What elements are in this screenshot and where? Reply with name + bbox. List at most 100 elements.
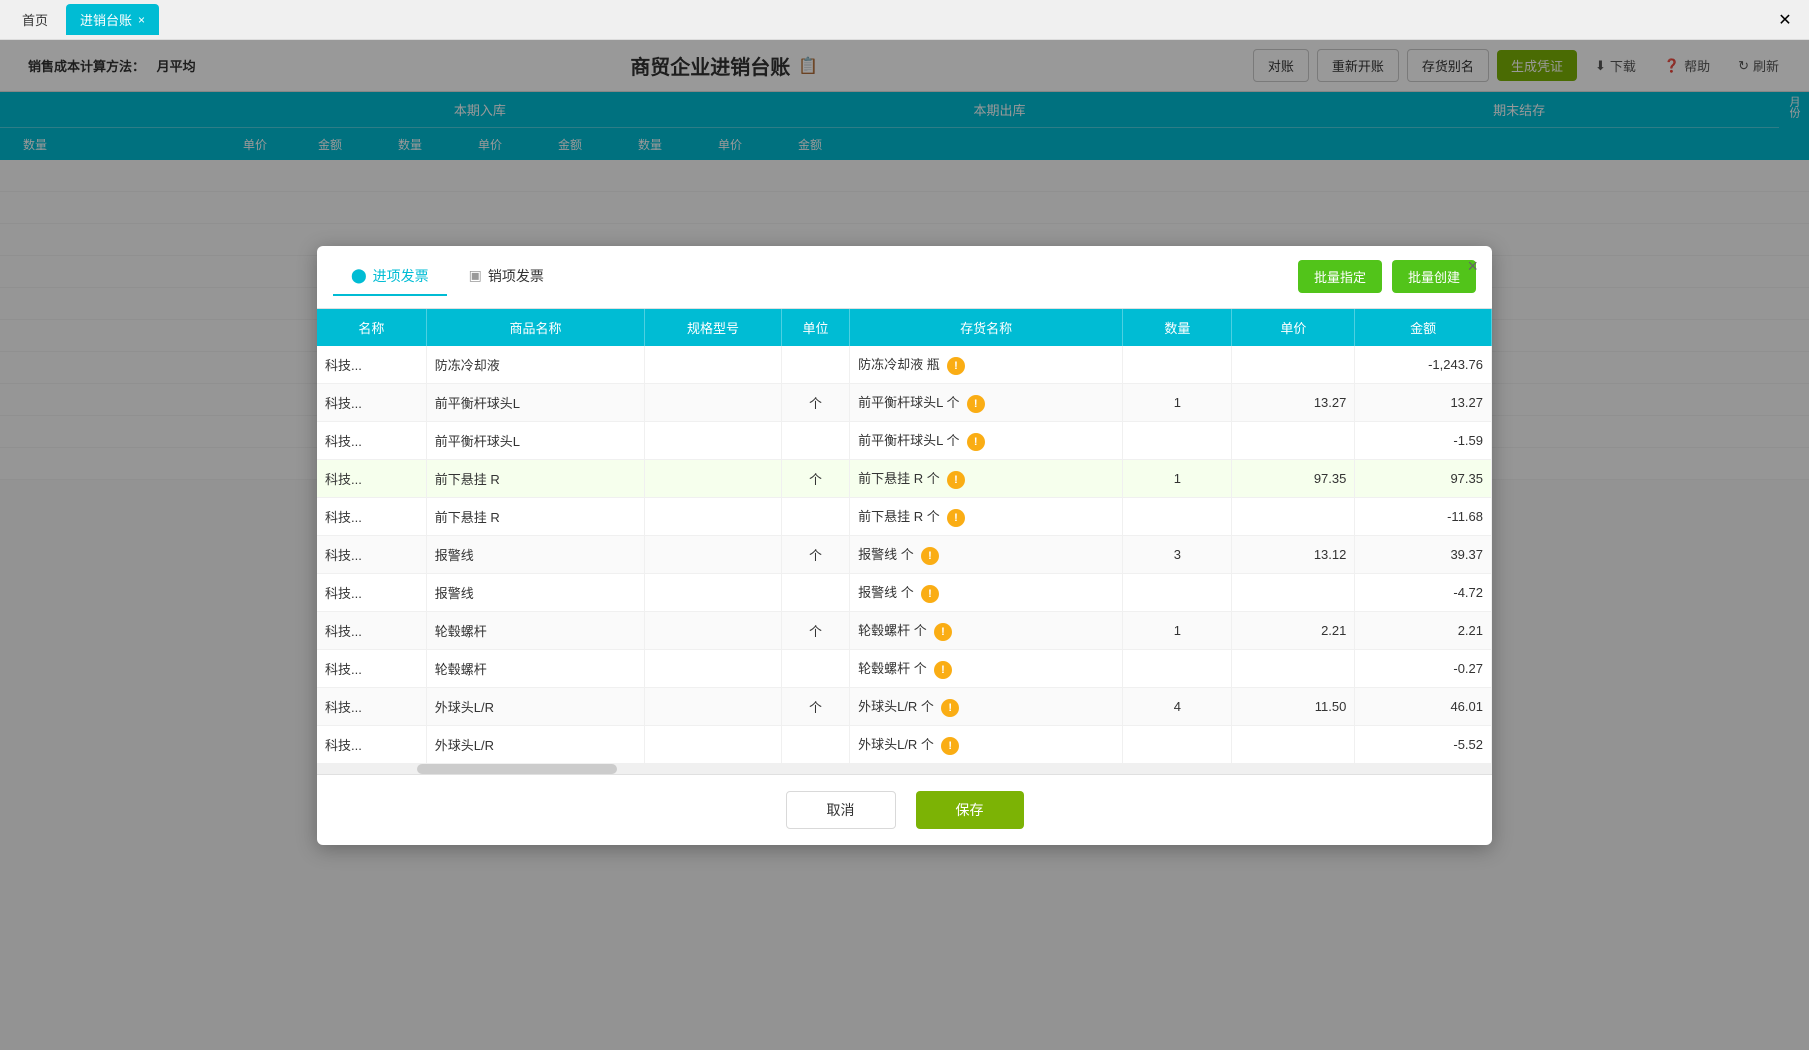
table-header-row: 名称 商品名称 规格型号 单位 存货名称 数量 单价 金额	[317, 309, 1492, 346]
window-close-icon: ✕	[1778, 10, 1791, 30]
cell-spec	[645, 649, 782, 687]
cell-name: 科技...	[317, 687, 426, 725]
cell-unit	[781, 497, 849, 535]
cell-qty	[1123, 649, 1232, 687]
tab-outbound-label: 销项发票	[488, 266, 544, 286]
scrollbar-thumb[interactable]	[417, 764, 617, 774]
main-area: 销售成本计算方法： 月平均 商贸企业进销台账 📋 对账 重新开账 存货别名 生成…	[0, 40, 1809, 1050]
top-bar: 首页 进销台账 × ✕	[0, 0, 1809, 40]
cell-name: 科技...	[317, 383, 426, 421]
cell-spec	[645, 497, 782, 535]
tab-outbound-invoice[interactable]: ▣ 销项发票	[451, 258, 562, 296]
cell-qty	[1123, 725, 1232, 763]
table-row: 科技... 外球头L/R 个 外球头L/R 个 ! 4 11.50 46.01	[317, 687, 1492, 725]
cell-inventory: 前平衡杆球头L 个 !	[850, 421, 1123, 459]
cell-amount: 97.35	[1355, 459, 1492, 497]
cell-name: 科技...	[317, 649, 426, 687]
cell-inventory: 前下悬挂 R 个 !	[850, 459, 1123, 497]
cell-unit-price: 13.27	[1232, 383, 1355, 421]
cell-spec	[645, 421, 782, 459]
cell-inventory: 前下悬挂 R 个 !	[850, 497, 1123, 535]
table-row: 科技... 前下悬挂 R 个 前下悬挂 R 个 ! 1 97.35 97.35	[317, 459, 1492, 497]
table-row: 科技... 防冻冷却液 防冻冷却液 瓶 ! -1,243.76	[317, 346, 1492, 384]
cell-unit	[781, 421, 849, 459]
cell-unit-price	[1232, 725, 1355, 763]
cell-qty: 3	[1123, 535, 1232, 573]
cell-name: 科技...	[317, 611, 426, 649]
modal-header: ⬤ 进项发票 ▣ 销项发票 批量指定 批量创建 ×	[317, 246, 1492, 309]
invoice-table: 名称 商品名称 规格型号 单位 存货名称 数量 单价 金额 科技... 防冻冷却…	[317, 309, 1492, 764]
cell-unit: 个	[781, 383, 849, 421]
cell-inventory: 前平衡杆球头L 个 !	[850, 383, 1123, 421]
modal-header-actions: 批量指定 批量创建	[1298, 260, 1476, 293]
tab-home-label: 首页	[22, 13, 48, 28]
warning-icon: !	[947, 357, 965, 375]
cell-unit	[781, 573, 849, 611]
table-row: 科技... 轮毂螺杆 轮毂螺杆 个 ! -0.27	[317, 649, 1492, 687]
cell-qty: 1	[1123, 459, 1232, 497]
modal-close-button[interactable]: ×	[1467, 256, 1478, 277]
tab-close-icon[interactable]: ×	[138, 13, 145, 27]
batch-create-button[interactable]: 批量创建	[1392, 260, 1476, 293]
tab-active-label: 进销台账	[80, 10, 132, 29]
cell-amount: 39.37	[1355, 535, 1492, 573]
col-product: 商品名称	[426, 309, 645, 346]
cell-unit-price: 2.21	[1232, 611, 1355, 649]
modal-footer: 取消 保存	[317, 774, 1492, 845]
cell-unit-price	[1232, 497, 1355, 535]
window-close-button[interactable]: ✕	[1769, 4, 1801, 36]
tab-active[interactable]: 进销台账 ×	[66, 4, 159, 35]
warning-icon: !	[934, 661, 952, 679]
cell-unit	[781, 725, 849, 763]
modal-overlay: ⬤ 进项发票 ▣ 销项发票 批量指定 批量创建 × 名称	[0, 40, 1809, 1050]
cell-spec	[645, 611, 782, 649]
cell-product: 防冻冷却液	[426, 346, 645, 384]
table-row: 科技... 前下悬挂 R 前下悬挂 R 个 ! -11.68	[317, 497, 1492, 535]
col-amount: 金额	[1355, 309, 1492, 346]
cell-name: 科技...	[317, 725, 426, 763]
table-row: 科技... 外球头L/R 外球头L/R 个 ! -5.52	[317, 725, 1492, 763]
cell-amount: 13.27	[1355, 383, 1492, 421]
cancel-button[interactable]: 取消	[786, 791, 896, 829]
table-row: 科技... 报警线 报警线 个 ! -4.72	[317, 573, 1492, 611]
cell-inventory: 外球头L/R 个 !	[850, 687, 1123, 725]
cell-name: 科技...	[317, 535, 426, 573]
batch-assign-button[interactable]: 批量指定	[1298, 260, 1382, 293]
cell-spec	[645, 573, 782, 611]
warning-icon: !	[921, 585, 939, 603]
cell-spec	[645, 459, 782, 497]
cell-inventory: 防冻冷却液 瓶 !	[850, 346, 1123, 384]
cell-name: 科技...	[317, 459, 426, 497]
cell-inventory: 轮毂螺杆 个 !	[850, 649, 1123, 687]
cell-unit	[781, 649, 849, 687]
save-button[interactable]: 保存	[916, 791, 1024, 829]
cell-amount: 46.01	[1355, 687, 1492, 725]
cell-spec	[645, 346, 782, 384]
cell-unit-price: 13.12	[1232, 535, 1355, 573]
cell-amount: -1,243.76	[1355, 346, 1492, 384]
cell-unit: 个	[781, 611, 849, 649]
cell-qty	[1123, 346, 1232, 384]
warning-icon: !	[947, 471, 965, 489]
col-qty: 数量	[1123, 309, 1232, 346]
tab-inbound-invoice[interactable]: ⬤ 进项发票	[333, 258, 447, 296]
cell-name: 科技...	[317, 573, 426, 611]
cell-qty	[1123, 497, 1232, 535]
warning-icon: !	[934, 623, 952, 641]
cell-name: 科技...	[317, 421, 426, 459]
warning-icon: !	[947, 509, 965, 527]
cell-unit-price	[1232, 573, 1355, 611]
table-row: 科技... 报警线 个 报警线 个 ! 3 13.12 39.37	[317, 535, 1492, 573]
tab-home[interactable]: 首页	[8, 4, 62, 35]
warning-icon: !	[941, 737, 959, 755]
cell-product: 报警线	[426, 535, 645, 573]
cell-product: 前下悬挂 R	[426, 497, 645, 535]
col-unit: 单位	[781, 309, 849, 346]
outbound-tab-icon: ▣	[469, 267, 482, 284]
modal-horizontal-scrollbar[interactable]	[317, 764, 1492, 774]
cell-unit-price	[1232, 346, 1355, 384]
cell-amount: 2.21	[1355, 611, 1492, 649]
warning-icon: !	[967, 395, 985, 413]
warning-icon: !	[921, 547, 939, 565]
inbound-tab-icon: ⬤	[351, 267, 367, 284]
